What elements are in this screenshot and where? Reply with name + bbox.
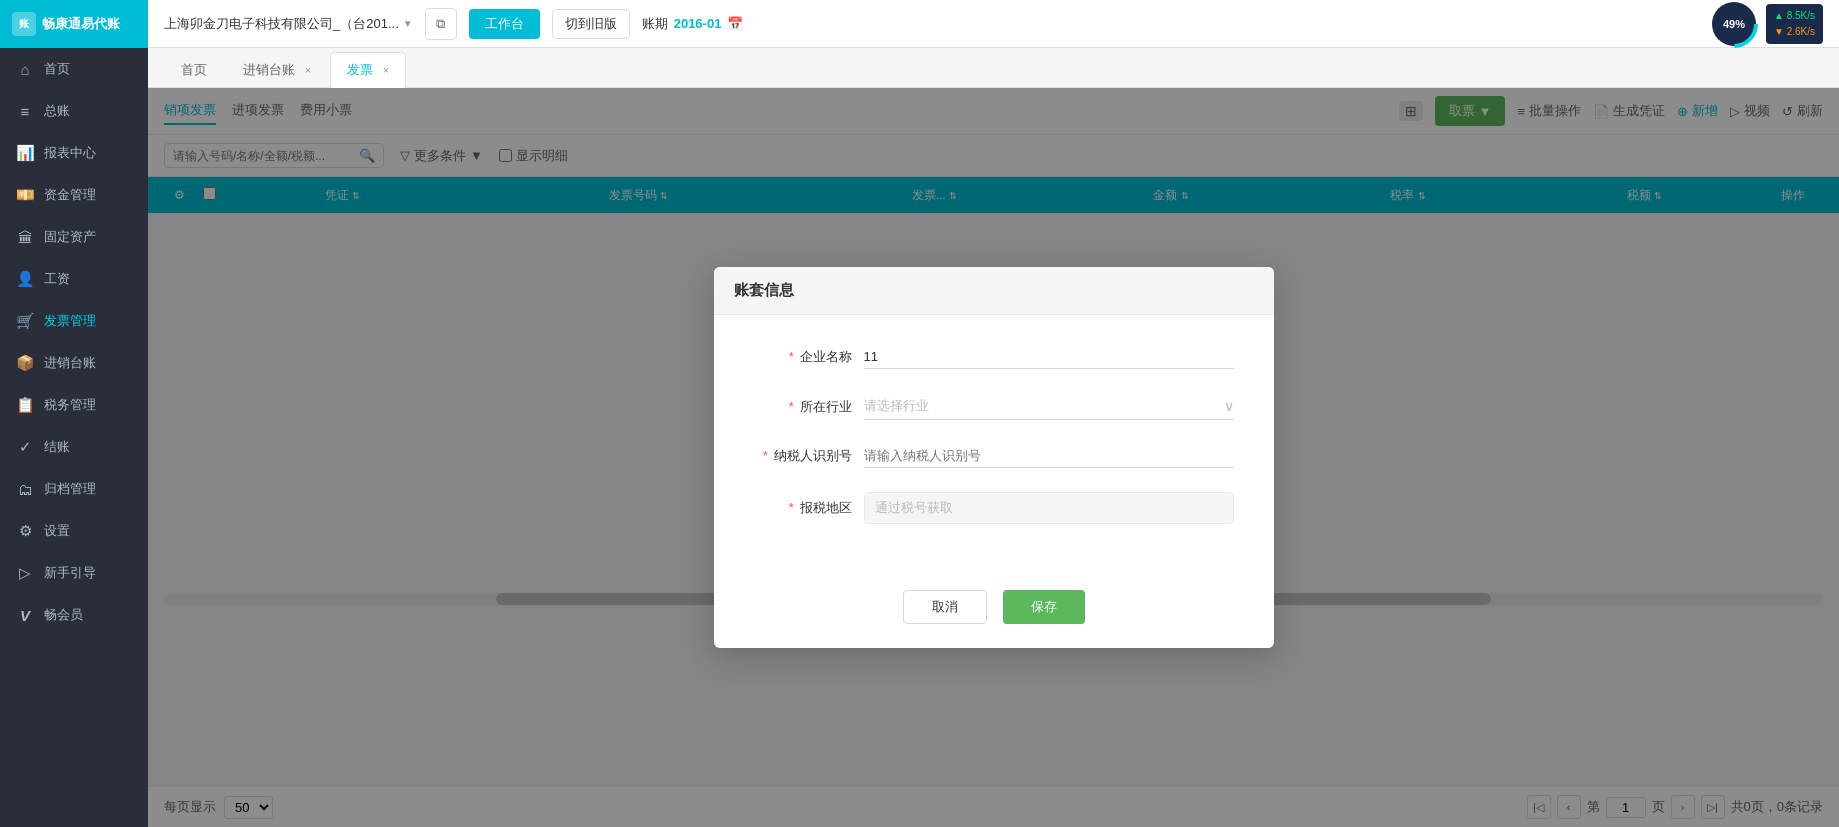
- sidebar-item-label: 报表中心: [44, 144, 96, 162]
- sidebar-item-payroll[interactable]: 👤 工资: [0, 258, 148, 300]
- tab-invoice[interactable]: 发票 ×: [330, 52, 406, 88]
- industry-dropdown-icon: ∨: [1224, 398, 1234, 414]
- topbar: 上海卯金刀电子科技有限公司_（台201... ▼ ⧉ 工作台 切到旧版 账期 2…: [148, 0, 1839, 48]
- old-version-button[interactable]: 切到旧版: [552, 9, 630, 39]
- sidebar-item-ledger[interactable]: ≡ 总账: [0, 90, 148, 132]
- company-selector[interactable]: 上海卯金刀电子科技有限公司_（台201... ▼: [164, 15, 413, 33]
- sidebar: 账 畅康通易代账 ⌂ 首页 ≡ 总账 📊 报表中心 💴 资金管理 🏛 固定资产 …: [0, 0, 148, 827]
- percent-widget: 49%: [1708, 0, 1760, 50]
- logo-text: 畅康通易代账: [42, 15, 120, 33]
- home-icon: ⌂: [16, 61, 34, 78]
- sidebar-item-label: 首页: [44, 60, 70, 78]
- form-row-tax-id: * 纳税人识别号: [754, 444, 1234, 468]
- copy-icon-button[interactable]: ⧉: [425, 8, 457, 40]
- sidebar-item-label: 畅会员: [44, 606, 83, 624]
- cancel-button[interactable]: 取消: [903, 590, 987, 624]
- logo-icon: 账: [12, 12, 36, 36]
- sidebar-item-label: 税务管理: [44, 396, 96, 414]
- funds-icon: 💴: [16, 186, 34, 204]
- tax-id-input[interactable]: [864, 444, 1234, 468]
- settle-icon: ✓: [16, 438, 34, 456]
- company-name: 上海卯金刀电子科技有限公司_（台201...: [164, 15, 399, 33]
- sidebar-item-vip[interactable]: V 畅会员: [0, 594, 148, 636]
- sidebar-item-label: 发票管理: [44, 312, 96, 330]
- tax-id-label: * 纳税人识别号: [754, 447, 864, 465]
- ledger-icon: ≡: [16, 103, 34, 120]
- percent-text: 49%: [1723, 18, 1745, 30]
- assets-icon: 🏛: [16, 229, 34, 246]
- form-row-industry: * 所在行业 请选择行业 ∨: [754, 393, 1234, 420]
- percent-circle-svg: 49%: [1708, 0, 1760, 50]
- tax-region-label: * 报税地区: [754, 499, 864, 517]
- sidebar-item-label: 设置: [44, 522, 70, 540]
- reports-icon: 📊: [16, 144, 34, 162]
- save-button[interactable]: 保存: [1003, 590, 1085, 624]
- invoice-icon: 🛒: [16, 312, 34, 330]
- sidebar-item-funds[interactable]: 💴 资金管理: [0, 174, 148, 216]
- industry-label: * 所在行业: [754, 398, 864, 416]
- tab-purchase-close[interactable]: ×: [305, 64, 311, 76]
- sidebar-item-home[interactable]: ⌂ 首页: [0, 48, 148, 90]
- upload-speed: ▲ 8.5K/s: [1774, 8, 1815, 24]
- modal-overlay[interactable]: 账套信息 * 企业名称 * 所在行: [148, 88, 1839, 827]
- network-widget: 49% ▲ 8.5K/s ▼ 2.6K/s: [1708, 0, 1823, 50]
- sidebar-item-label: 新手引导: [44, 564, 96, 582]
- dialog-body: * 企业名称 * 所在行业 请选择行业 ∨: [714, 315, 1274, 578]
- form-row-tax-region: * 报税地区 通过税号获取: [754, 492, 1234, 524]
- workbench-button[interactable]: 工作台: [469, 9, 540, 39]
- sidebar-item-tax[interactable]: 📋 税务管理: [0, 384, 148, 426]
- sidebar-item-settle[interactable]: ✓ 结账: [0, 426, 148, 468]
- sidebar-item-label: 进销台账: [44, 354, 96, 372]
- sidebar-item-purchase[interactable]: 📦 进销台账: [0, 342, 148, 384]
- company-name-input[interactable]: [864, 345, 1234, 369]
- form-row-company-name: * 企业名称: [754, 345, 1234, 369]
- sidebar-item-archive[interactable]: 🗂 归档管理: [0, 468, 148, 510]
- company-name-label: * 企业名称: [754, 348, 864, 366]
- sidebar-item-label: 归档管理: [44, 480, 96, 498]
- copy-icon: ⧉: [436, 16, 445, 32]
- tax-icon: 📋: [16, 396, 34, 414]
- sidebar-item-settings[interactable]: ⚙ 设置: [0, 510, 148, 552]
- tax-region-input: 通过税号获取: [864, 492, 1234, 524]
- period-value: 2016-01: [674, 16, 722, 31]
- tab-purchase[interactable]: 进销台账 ×: [226, 52, 328, 87]
- topbar-right: 49% ▲ 8.5K/s ▼ 2.6K/s: [1708, 0, 1823, 50]
- dialog-header: 账套信息: [714, 267, 1274, 315]
- period-display: 账期 2016-01 📅: [642, 15, 744, 33]
- sidebar-logo: 账 畅康通易代账: [0, 0, 148, 48]
- dialog-title: 账套信息: [734, 281, 794, 298]
- industry-select[interactable]: 请选择行业 ∨: [864, 393, 1234, 420]
- sidebar-item-label: 结账: [44, 438, 70, 456]
- network-stats: ▲ 8.5K/s ▼ 2.6K/s: [1766, 4, 1823, 44]
- archive-icon: 🗂: [16, 481, 34, 498]
- sidebar-item-invoice[interactable]: 🛒 发票管理: [0, 300, 148, 342]
- sidebar-item-guide[interactable]: ▷ 新手引导: [0, 552, 148, 594]
- content-area: 销项发票 进项发票 费用小票 ⊞ 取票 ▼ ≡ 批量操作: [148, 88, 1839, 827]
- sidebar-item-label: 固定资产: [44, 228, 96, 246]
- industry-placeholder: 请选择行业: [864, 397, 1224, 415]
- guide-icon: ▷: [16, 564, 34, 582]
- sidebar-item-label: 总账: [44, 102, 70, 120]
- purchase-icon: 📦: [16, 354, 34, 372]
- period-label: 账期: [642, 15, 668, 33]
- payroll-icon: 👤: [16, 270, 34, 288]
- tab-invoice-close[interactable]: ×: [383, 64, 389, 76]
- account-info-dialog: 账套信息 * 企业名称 * 所在行: [714, 267, 1274, 648]
- sidebar-item-label: 资金管理: [44, 186, 96, 204]
- company-dropdown-icon: ▼: [403, 18, 413, 29]
- main-tabbar: 首页 进销台账 × 发票 ×: [148, 48, 1839, 88]
- sidebar-item-assets[interactable]: 🏛 固定资产: [0, 216, 148, 258]
- dialog-footer: 取消 保存: [714, 578, 1274, 648]
- calendar-icon[interactable]: 📅: [727, 16, 743, 31]
- vip-icon: V: [16, 607, 34, 624]
- main-content: 上海卯金刀电子科技有限公司_（台201... ▼ ⧉ 工作台 切到旧版 账期 2…: [148, 0, 1839, 827]
- sidebar-item-reports[interactable]: 📊 报表中心: [0, 132, 148, 174]
- download-speed: ▼ 2.6K/s: [1774, 24, 1815, 40]
- sidebar-item-label: 工资: [44, 270, 70, 288]
- tab-home[interactable]: 首页: [164, 52, 224, 87]
- settings-icon: ⚙: [16, 522, 34, 540]
